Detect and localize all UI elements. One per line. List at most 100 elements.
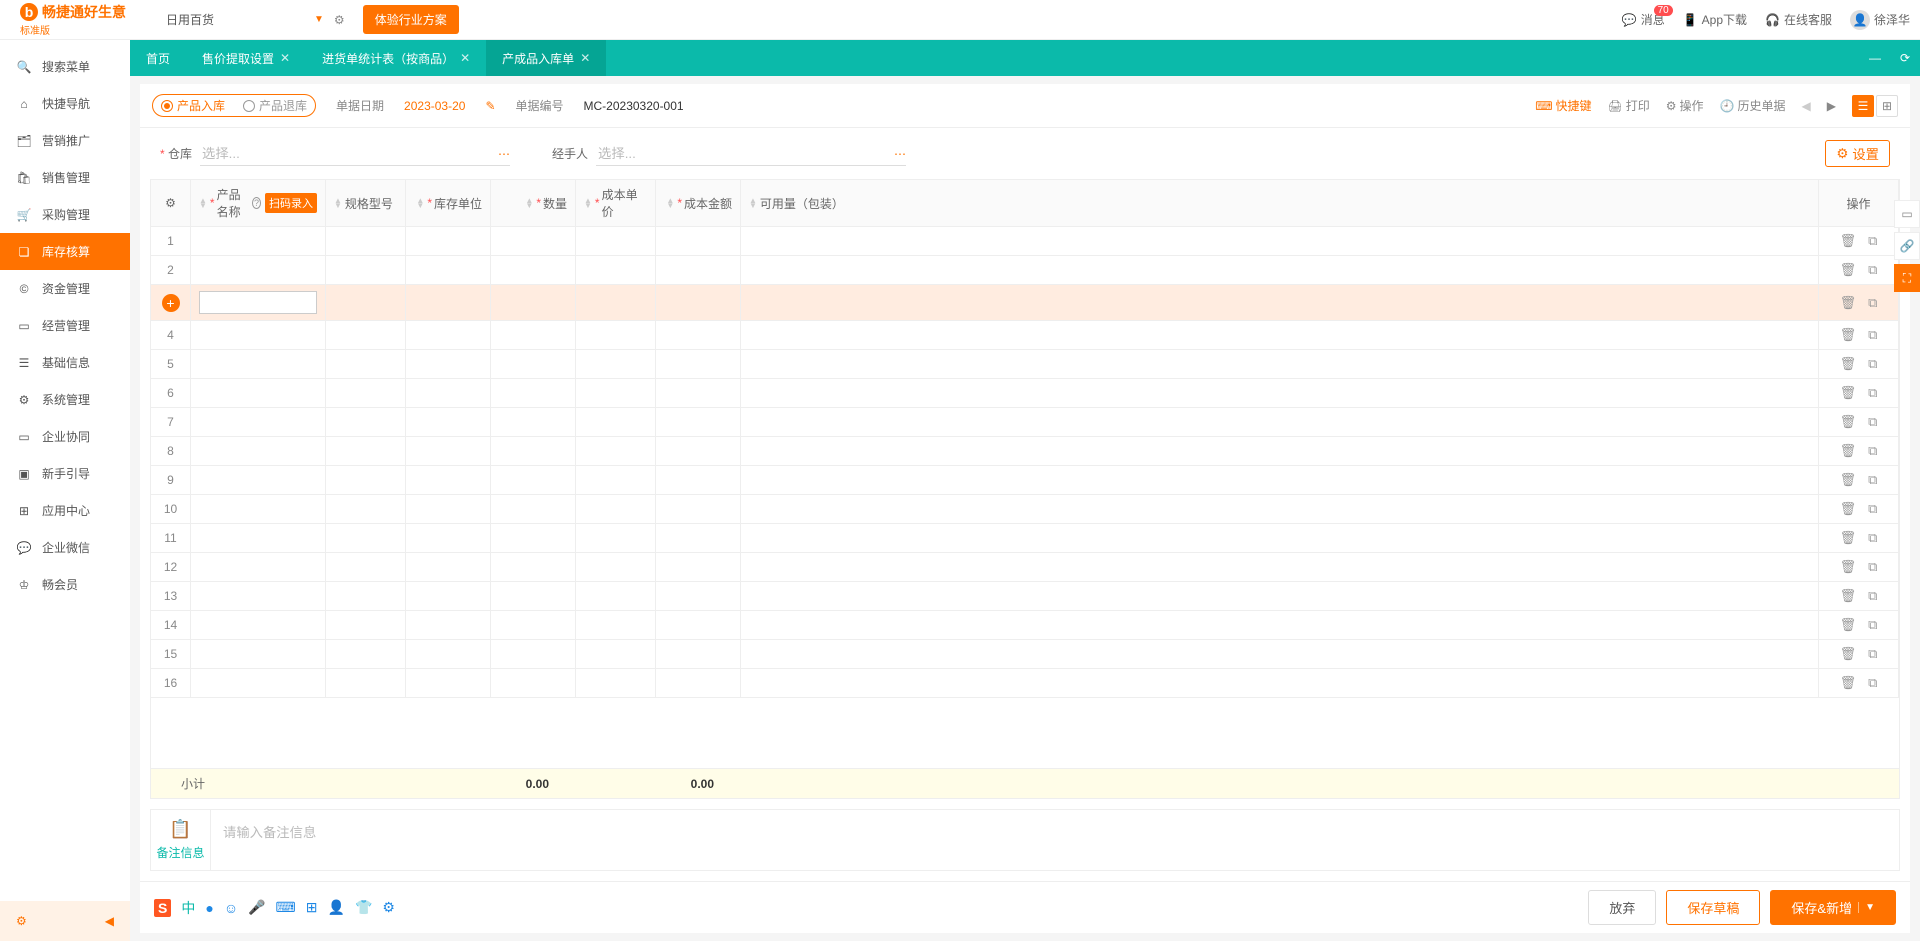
copy-icon[interactable]: ⧉ xyxy=(1868,675,1877,691)
cell-unit[interactable] xyxy=(406,495,491,523)
cell-avail[interactable] xyxy=(741,611,1819,639)
name-input[interactable] xyxy=(199,291,317,314)
cell-price[interactable] xyxy=(576,227,656,255)
cell-amount[interactable] xyxy=(656,495,741,523)
trash-icon[interactable]: 🗑 xyxy=(1840,646,1857,662)
cell-price[interactable] xyxy=(576,669,656,697)
cell-spec[interactable] xyxy=(326,466,406,494)
trash-icon[interactable]: 🗑 xyxy=(1840,262,1857,278)
cell-unit[interactable] xyxy=(406,582,491,610)
cell-name[interactable] xyxy=(191,379,326,407)
view-list-button[interactable]: ☰ xyxy=(1852,95,1874,117)
trash-icon[interactable]: 🗑 xyxy=(1840,385,1857,401)
cell-name[interactable] xyxy=(191,437,326,465)
copy-icon[interactable]: ⧉ xyxy=(1868,262,1877,278)
header-amount[interactable]: ▲▼ * 成本金额 xyxy=(656,180,741,226)
user-menu[interactable]: 👤 徐泽华 xyxy=(1850,10,1910,30)
cell-qty[interactable] xyxy=(491,285,576,320)
cell-spec[interactable] xyxy=(326,256,406,284)
cell-name[interactable] xyxy=(191,553,326,581)
cell-spec[interactable] xyxy=(326,524,406,552)
trash-icon[interactable]: 🗑 xyxy=(1840,233,1857,249)
cell-spec[interactable] xyxy=(326,640,406,668)
table-row[interactable]: 12🗑⧉ xyxy=(151,553,1899,582)
save-draft-button[interactable]: 保存草稿 xyxy=(1666,890,1760,925)
copy-icon[interactable]: ⧉ xyxy=(1868,501,1877,517)
trash-icon[interactable]: 🗑 xyxy=(1840,675,1857,691)
cell-spec[interactable] xyxy=(326,669,406,697)
sidebar-item[interactable]: ♔畅会员 xyxy=(0,566,130,603)
cell-amount[interactable] xyxy=(656,640,741,668)
next-record-button[interactable]: ▶ xyxy=(1827,99,1836,113)
cell-amount[interactable] xyxy=(656,350,741,378)
cell-name[interactable] xyxy=(191,256,326,284)
sidebar-item[interactable]: 🛒采购管理 xyxy=(0,196,130,233)
operate-button[interactable]: ⚙ 操作 xyxy=(1666,97,1704,114)
remarks-input[interactable] xyxy=(211,810,1899,870)
trash-icon[interactable]: 🗑 xyxy=(1840,559,1857,575)
shortcut-button[interactable]: ⌨ 快捷键 xyxy=(1535,97,1591,114)
copy-icon[interactable]: ⧉ xyxy=(1868,646,1877,662)
cell-spec[interactable] xyxy=(326,553,406,581)
cell-name[interactable] xyxy=(191,669,326,697)
table-row[interactable]: 11🗑⧉ xyxy=(151,524,1899,553)
trash-icon[interactable]: 🗑 xyxy=(1840,617,1857,633)
rail-expand-icon[interactable]: ⛶ xyxy=(1894,264,1920,292)
cell-name[interactable] xyxy=(191,524,326,552)
cell-price[interactable] xyxy=(576,582,656,610)
sidebar-item[interactable]: 💬企业微信 xyxy=(0,529,130,566)
rail-doc-icon[interactable]: ▭ xyxy=(1894,200,1920,228)
sidebar-item[interactable]: ▣新手引导 xyxy=(0,455,130,492)
table-row[interactable]: 7🗑⧉ xyxy=(151,408,1899,437)
trash-icon[interactable]: 🗑 xyxy=(1840,501,1857,517)
tab[interactable]: 首页 xyxy=(130,40,186,76)
trash-icon[interactable]: 🗑 xyxy=(1840,472,1857,488)
trash-icon[interactable]: 🗑 xyxy=(1840,295,1857,311)
cell-avail[interactable] xyxy=(741,524,1819,552)
history-button[interactable]: 🕘 历史单据 xyxy=(1720,97,1786,114)
print-button[interactable]: 🖨 打印 xyxy=(1608,97,1650,114)
cell-avail[interactable] xyxy=(741,669,1819,697)
cell-qty[interactable] xyxy=(491,640,576,668)
cell-spec[interactable] xyxy=(326,582,406,610)
cell-spec[interactable] xyxy=(326,437,406,465)
table-row[interactable]: 14🗑⧉ xyxy=(151,611,1899,640)
table-row[interactable]: 16🗑⧉ xyxy=(151,669,1899,698)
cell-unit[interactable] xyxy=(406,379,491,407)
table-row[interactable]: 10🗑⧉ xyxy=(151,495,1899,524)
table-row[interactable]: 8🗑⧉ xyxy=(151,437,1899,466)
cell-amount[interactable] xyxy=(656,437,741,465)
cell-unit[interactable] xyxy=(406,350,491,378)
cell-amount[interactable] xyxy=(656,379,741,407)
cell-avail[interactable] xyxy=(741,640,1819,668)
close-icon[interactable]: ✕ xyxy=(280,51,290,65)
date-value[interactable]: 2023-03-20 xyxy=(404,99,465,113)
cell-price[interactable] xyxy=(576,437,656,465)
row-add[interactable]: + xyxy=(151,285,191,320)
sidebar-item[interactable]: ⚙系统管理 xyxy=(0,381,130,418)
cell-price[interactable] xyxy=(576,379,656,407)
copy-icon[interactable]: ⧉ xyxy=(1868,356,1877,372)
tab-refresh-button[interactable]: ⟳ xyxy=(1890,51,1920,65)
cell-unit[interactable] xyxy=(406,321,491,349)
trash-icon[interactable]: 🗑 xyxy=(1840,530,1857,546)
cell-avail[interactable] xyxy=(741,553,1819,581)
gear-icon[interactable]: ⚙ xyxy=(16,914,27,928)
table-row[interactable]: + 🗑 ⧉ xyxy=(151,285,1899,321)
cell-qty[interactable] xyxy=(491,321,576,349)
copy-icon[interactable]: ⧉ xyxy=(1868,295,1877,311)
edit-icon[interactable]: ✎ xyxy=(485,99,495,113)
cell-qty[interactable] xyxy=(491,408,576,436)
handler-more-button[interactable]: ⋯ xyxy=(894,147,908,161)
tab[interactable]: 产成品入库单✕ xyxy=(486,40,606,76)
sidebar-item[interactable]: 🗂营销推广 xyxy=(0,122,130,159)
cell-qty[interactable] xyxy=(491,611,576,639)
cell-name[interactable] xyxy=(191,582,326,610)
cell-avail[interactable] xyxy=(741,321,1819,349)
cell-name[interactable] xyxy=(191,227,326,255)
tab-minimize-button[interactable]: — xyxy=(1860,51,1890,65)
cell-amount[interactable] xyxy=(656,669,741,697)
cell-qty[interactable] xyxy=(491,256,576,284)
save-new-button[interactable]: 保存&新增 ▼ xyxy=(1770,890,1896,925)
cell-name[interactable] xyxy=(191,350,326,378)
